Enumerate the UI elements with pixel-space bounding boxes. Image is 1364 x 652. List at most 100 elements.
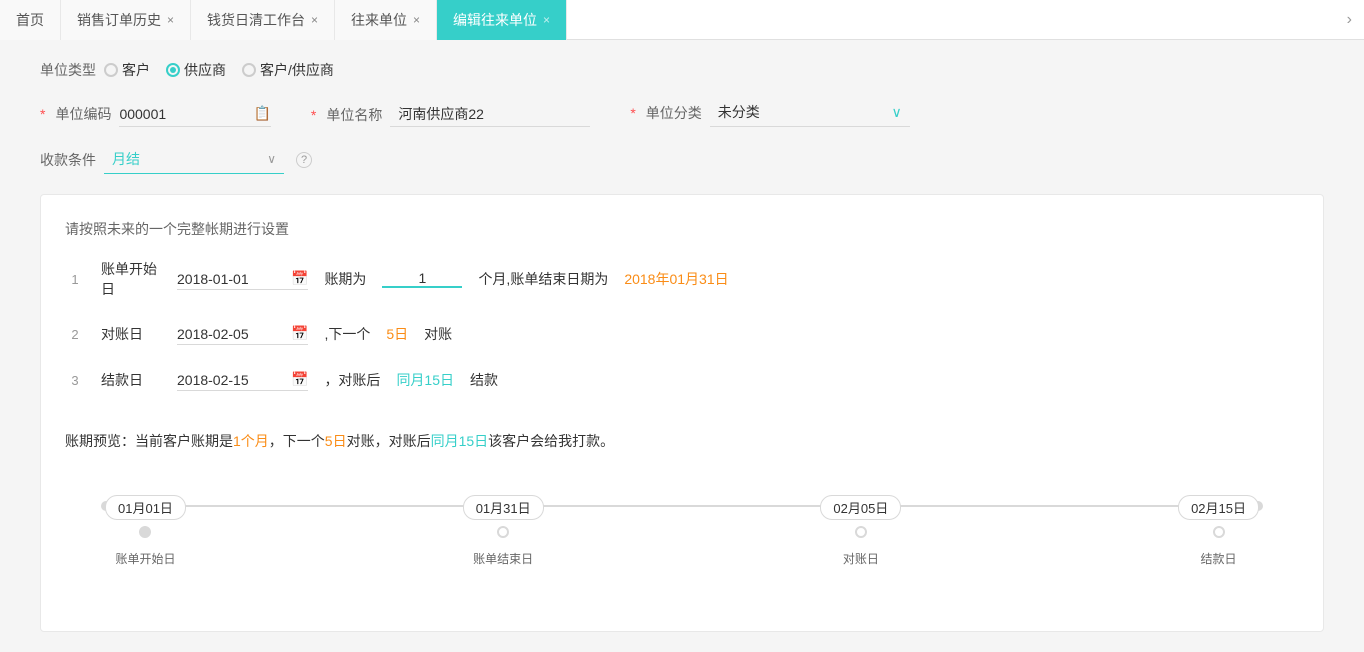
card-description: 请按照未来的一个完整帐期进行设置 — [65, 219, 1299, 239]
calendar-icon[interactable]: 📋 — [253, 105, 270, 122]
payment-terms-select[interactable]: 月结 ∨ — [104, 145, 284, 174]
unit-name-input[interactable] — [390, 102, 590, 127]
chevron-down-icon: ∨ — [892, 104, 902, 121]
tab-related-label: 往来单位 — [351, 10, 407, 30]
chevron-down-icon: ∨ — [267, 152, 276, 166]
tabs-more-button[interactable]: › — [1335, 11, 1364, 29]
row-num-1: 1 — [65, 272, 85, 287]
node-date-1: 01月31日 — [463, 495, 544, 520]
timeline-node-1: 01月31日 账单结束日 — [463, 495, 544, 567]
node-circle-1 — [497, 526, 509, 538]
day-highlight-2: 5日 — [386, 324, 408, 344]
close-icon[interactable]: × — [413, 13, 420, 27]
unit-name-required-star: * — [311, 107, 316, 123]
node-label-1: 账单结束日 — [473, 550, 533, 567]
node-date-2: 02月05日 — [820, 495, 901, 520]
unit-category-value: 未分类 — [718, 102, 892, 122]
radio-supplier-circle — [166, 63, 180, 77]
day-highlight-3: 同月15日 — [396, 370, 454, 390]
unit-category-field: * 单位分类 未分类 ∨ — [630, 98, 909, 127]
tab-home-label: 首页 — [16, 10, 44, 30]
node-date-3: 02月15日 — [1178, 495, 1259, 520]
preview-section: 账期预览：当前客户账期是1个月，下一个5日对账，对账后同月15日该客户会给我打款… — [65, 415, 1299, 607]
period-input[interactable] — [382, 270, 462, 286]
node-label-0: 账单开始日 — [115, 550, 175, 567]
radio-customer[interactable]: 客户 — [104, 60, 150, 80]
calendar-icon-3[interactable]: 📅 — [291, 371, 308, 388]
unit-type-field: 单位类型 客户 供应商 客户/供应商 — [40, 60, 334, 80]
node-circle-3 — [1213, 526, 1225, 538]
unit-type-radio-group: 客户 供应商 客户/供应商 — [104, 60, 334, 80]
date-input-3: 📅 — [177, 369, 308, 391]
timeline-node-0: 01月01日 账单开始日 — [105, 495, 186, 567]
date-field-3[interactable] — [177, 372, 287, 388]
suffix-post-3: 结款 — [470, 370, 498, 390]
payment-terms-row: 收款条件 月结 ∨ ? — [40, 145, 1324, 174]
radio-both[interactable]: 客户/供应商 — [242, 60, 334, 80]
billing-row-3: 3 结款日 📅 ，对账后 同月15日 结款 — [65, 369, 1299, 391]
period-input-wrap — [382, 270, 462, 288]
preview-part6: 该客户会给我打款。 — [488, 433, 614, 449]
tab-edit-label: 编辑往来单位 — [453, 10, 537, 30]
suffix-post-1: 个月,账单结束日期为 — [478, 269, 608, 289]
row-label-2: 对账日 — [101, 324, 161, 344]
radio-customer-circle — [104, 63, 118, 77]
unit-code-label: 单位编码 — [55, 104, 111, 124]
help-icon[interactable]: ? — [296, 152, 312, 168]
unit-category-label: 单位分类 — [646, 103, 702, 123]
row-num-2: 2 — [65, 327, 85, 342]
calendar-icon-1[interactable]: 📅 — [291, 270, 308, 287]
unit-info-row: * 单位编码 📋 * 单位名称 * 单位分类 未分类 ∨ — [40, 98, 1324, 127]
unit-category-select[interactable]: 未分类 ∨ — [710, 98, 910, 127]
close-icon[interactable]: × — [167, 13, 174, 27]
date-input-2: 📅 — [177, 323, 308, 345]
unit-name-field: * 单位名称 — [311, 102, 590, 127]
calendar-icon-2[interactable]: 📅 — [291, 325, 308, 342]
unit-type-label: 单位类型 — [40, 60, 96, 80]
row-label-1: 账单开始日 — [101, 259, 161, 299]
suffix-mid-2: 对账 — [424, 324, 452, 344]
preview-part2: ，下一个 — [269, 433, 325, 449]
suffix-pre-2: ,下一个 — [324, 324, 370, 344]
suffix-pre-3: ，对账后 — [324, 370, 380, 390]
node-circle-2 — [855, 526, 867, 538]
preview-part3: 5日 — [325, 433, 347, 449]
tab-home[interactable]: 首页 — [0, 0, 61, 40]
payment-terms-field: 收款条件 月结 ∨ ? — [40, 145, 312, 174]
tab-sales-order-history[interactable]: 销售订单历史 × — [61, 0, 191, 40]
date-field-2[interactable] — [177, 326, 287, 342]
payment-terms-label: 收款条件 — [40, 150, 96, 170]
unit-code-input[interactable] — [119, 106, 249, 122]
radio-both-circle — [242, 63, 256, 77]
tab-related-units[interactable]: 往来单位 × — [335, 0, 437, 40]
date-input-1: 📅 — [177, 268, 308, 290]
date-field-1[interactable] — [177, 271, 287, 287]
timeline-node-3: 02月15日 结款日 — [1178, 495, 1259, 567]
unit-code-required-star: * — [40, 106, 45, 122]
tab-cash-ledger[interactable]: 钱货日清工作台 × — [191, 0, 335, 40]
unit-name-label: 单位名称 — [326, 105, 382, 125]
radio-customer-label: 客户 — [122, 60, 150, 80]
billing-card: 请按照未来的一个完整帐期进行设置 1 账单开始日 📅 账期为 个月,账单结束日期… — [40, 194, 1324, 632]
timeline-nodes: 01月01日 账单开始日 01月31日 账单结束日 02月05日 对账日 — [65, 495, 1299, 567]
tab-cash-label: 钱货日清工作台 — [207, 10, 305, 30]
end-date-highlight: 2018年01月31日 — [624, 269, 728, 289]
billing-row-1: 1 账单开始日 📅 账期为 个月,账单结束日期为 2018年01月31日 — [65, 259, 1299, 299]
billing-row-2: 2 对账日 📅 ,下一个 5日 对账 — [65, 323, 1299, 345]
tab-sales-label: 销售订单历史 — [77, 10, 161, 30]
radio-supplier[interactable]: 供应商 — [166, 60, 226, 80]
close-icon[interactable]: × — [543, 13, 550, 27]
tabs-bar: 首页 销售订单历史 × 钱货日清工作台 × 往来单位 × 编辑往来单位 × › — [0, 0, 1364, 40]
radio-both-label: 客户/供应商 — [260, 60, 334, 80]
unit-category-required-star: * — [630, 105, 635, 121]
row-num-3: 3 — [65, 373, 85, 388]
unit-code-input-wrap: 📋 — [119, 101, 270, 127]
payment-terms-value: 月结 — [112, 149, 263, 169]
node-circle-0 — [139, 526, 151, 538]
node-label-2: 对账日 — [843, 550, 879, 567]
preview-part4: 对账，对账后 — [347, 433, 431, 449]
tab-edit-related-unit[interactable]: 编辑往来单位 × — [437, 0, 567, 40]
close-icon[interactable]: × — [311, 13, 318, 27]
preview-label: 账期预览：当前客户账期是 — [65, 433, 233, 449]
unit-type-row: 单位类型 客户 供应商 客户/供应商 — [40, 60, 1324, 80]
